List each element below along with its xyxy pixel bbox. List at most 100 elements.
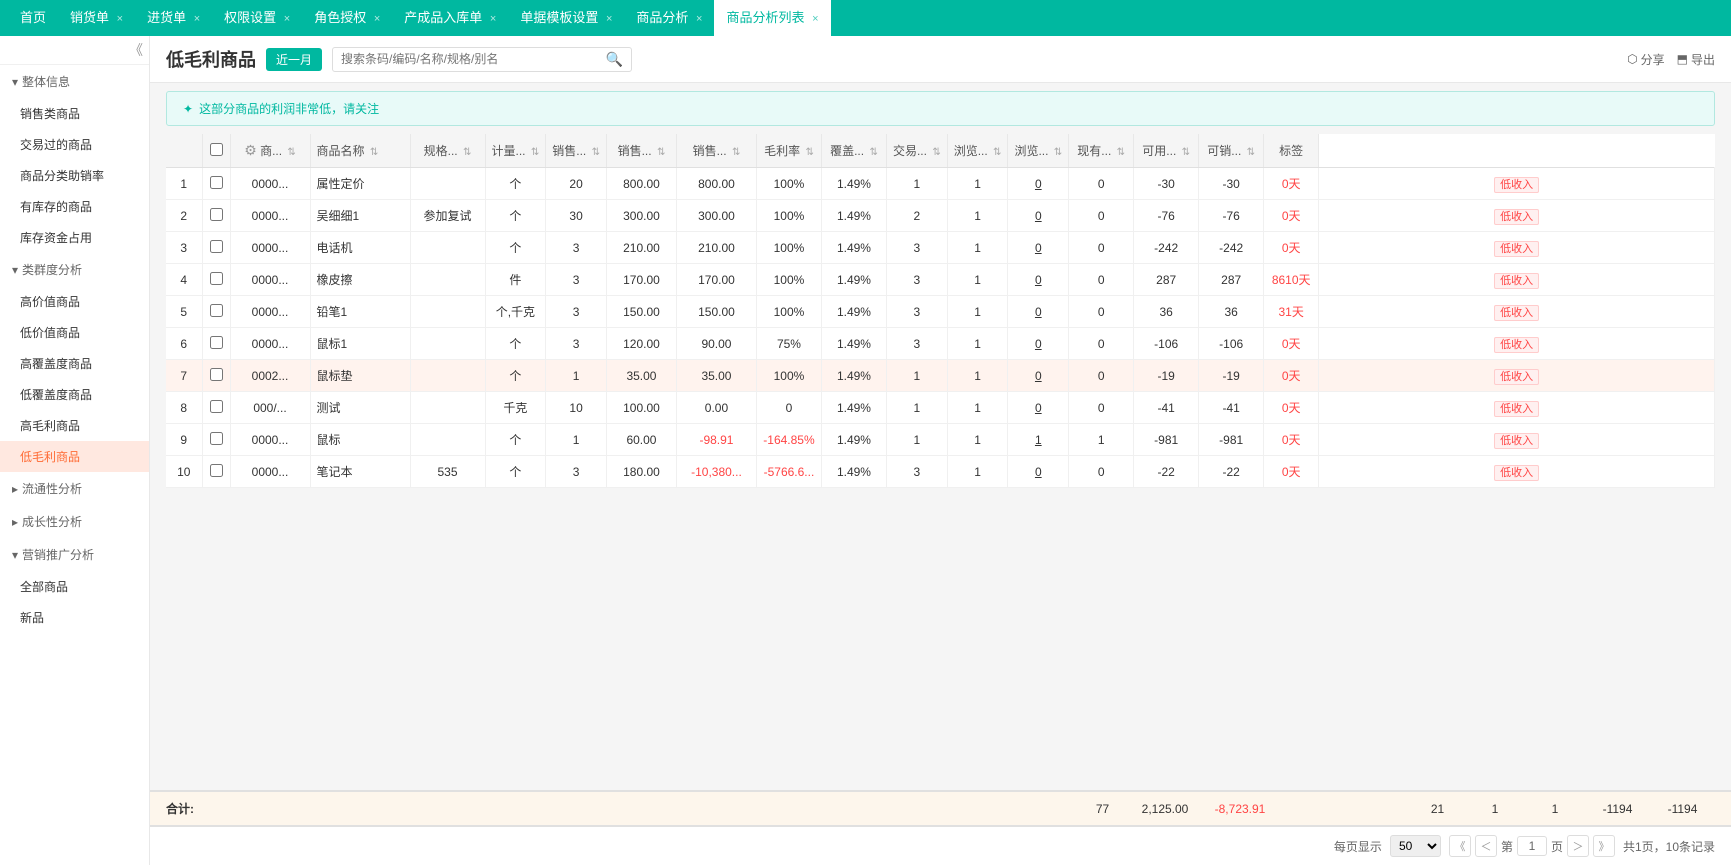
settings-icon[interactable]: ⚙ xyxy=(244,142,257,158)
close-icon[interactable]: × xyxy=(117,13,123,25)
sort-icon[interactable]: ⇅ xyxy=(805,147,813,158)
row-checkbox[interactable] xyxy=(210,208,223,221)
nav-template[interactable]: 单据模板设置 × xyxy=(508,0,624,36)
sidebar-item-high-margin[interactable]: 高毛利商品 xyxy=(0,410,149,441)
row-current: -106 xyxy=(1134,328,1199,360)
row-checkbox[interactable] xyxy=(210,240,223,253)
sort-icon[interactable]: ⇅ xyxy=(592,147,600,158)
export-btn[interactable]: ⬒ 导出 xyxy=(1677,51,1715,68)
last-page-btn[interactable]: 》 xyxy=(1593,835,1615,857)
row-check[interactable] xyxy=(202,424,230,456)
sort-icon[interactable]: ⇅ xyxy=(463,147,471,158)
row-checkbox[interactable] xyxy=(210,272,223,285)
sidebar-section-marketing-label: 营销推广分析 xyxy=(22,546,94,563)
sort-icon[interactable]: ⇅ xyxy=(1117,147,1125,158)
row-check[interactable] xyxy=(202,264,230,296)
sidebar-collapse-btn[interactable]: 《 xyxy=(129,40,143,60)
sidebar-item-category-assist[interactable]: 商品分类助销率 xyxy=(0,160,149,191)
sidebar-item-high-coverage[interactable]: 高覆盖度商品 xyxy=(0,348,149,379)
row-sale-price: 800.00 xyxy=(606,168,676,200)
nav-permission[interactable]: 权限设置 × xyxy=(212,0,302,36)
row-check[interactable] xyxy=(202,232,230,264)
sidebar-section-overall[interactable]: ▾ 整体信息 xyxy=(0,65,149,98)
row-browse2: 0 xyxy=(1069,296,1134,328)
nav-sales[interactable]: 销货单 × xyxy=(58,0,135,36)
nav-purchase[interactable]: 进货单 × xyxy=(135,0,212,36)
sidebar-item-new-goods[interactable]: 新品 xyxy=(0,602,149,633)
sort-icon[interactable]: ⇅ xyxy=(932,147,940,158)
sidebar-item-all-goods[interactable]: 全部商品 xyxy=(0,571,149,602)
sidebar-item-low-value[interactable]: 低价值商品 xyxy=(0,317,149,348)
row-sale-price: 210.00 xyxy=(606,232,676,264)
nav-role[interactable]: 角色授权 × xyxy=(302,0,392,36)
close-icon[interactable]: × xyxy=(490,13,496,25)
sort-icon[interactable]: ⇅ xyxy=(1054,147,1062,158)
row-check[interactable] xyxy=(202,296,230,328)
row-sale-price: 170.00 xyxy=(606,264,676,296)
row-checkbox[interactable] xyxy=(210,304,223,317)
select-all-checkbox[interactable] xyxy=(210,143,223,156)
row-check[interactable] xyxy=(202,328,230,360)
close-icon[interactable]: × xyxy=(606,13,612,25)
sort-icon[interactable]: ⇅ xyxy=(1182,147,1190,158)
sort-icon[interactable]: ⇅ xyxy=(993,147,1001,158)
close-icon[interactable]: × xyxy=(812,13,818,25)
filter-recent-month-btn[interactable]: 近一月 xyxy=(266,48,322,71)
row-current: 36 xyxy=(1134,296,1199,328)
sort-icon[interactable]: ⇅ xyxy=(1247,147,1255,158)
row-check[interactable] xyxy=(202,456,230,488)
row-checkbox[interactable] xyxy=(210,400,223,413)
row-num: 4 xyxy=(166,264,202,296)
nav-home[interactable]: 首页 xyxy=(8,0,58,36)
sidebar-item-sales-goods[interactable]: 销售类商品 xyxy=(0,98,149,129)
per-page-select[interactable]: 50 100 200 xyxy=(1390,835,1441,857)
close-icon[interactable]: × xyxy=(696,13,702,25)
sidebar-item-low-coverage[interactable]: 低覆盖度商品 xyxy=(0,379,149,410)
row-coverage: 1 xyxy=(886,424,947,456)
sidebar-item-high-value[interactable]: 高价值商品 xyxy=(0,286,149,317)
row-checkbox[interactable] xyxy=(210,464,223,477)
row-checkbox[interactable] xyxy=(210,368,223,381)
row-spec: 535 xyxy=(410,456,485,488)
sidebar-item-stock-capital[interactable]: 库存资金占用 xyxy=(0,222,149,253)
sidebar-item-in-stock[interactable]: 有库存的商品 xyxy=(0,191,149,222)
row-browse1: 0 xyxy=(1008,200,1069,232)
sidebar-item-low-margin[interactable]: 低毛利商品 xyxy=(0,441,149,472)
sort-icon[interactable]: ⇅ xyxy=(657,147,665,158)
row-check[interactable] xyxy=(202,360,230,392)
first-page-btn[interactable]: 《 xyxy=(1449,835,1471,857)
nav-product-entry[interactable]: 产成品入库单 × xyxy=(392,0,508,36)
footer-sale-price: 2,125.00 xyxy=(1130,802,1200,816)
row-profit-rate: 100% xyxy=(756,232,821,264)
nav-goods-analysis[interactable]: 商品分析 × xyxy=(624,0,714,36)
row-check[interactable] xyxy=(202,200,230,232)
row-checkbox[interactable] xyxy=(210,176,223,189)
sidebar-section-growth[interactable]: ▸ 成长性分析 xyxy=(0,505,149,538)
th-unit: 计量... ⇅ xyxy=(485,134,546,168)
search-icon[interactable]: 🔍 xyxy=(606,51,623,68)
sort-icon[interactable]: ⇅ xyxy=(732,147,740,158)
sort-icon[interactable]: ⇅ xyxy=(287,147,295,158)
sidebar-section-marketing[interactable]: ▾ 营销推广分析 xyxy=(0,538,149,571)
prev-page-btn[interactable]: ＜ xyxy=(1475,835,1497,857)
footer-browse2: 1 xyxy=(1525,802,1585,816)
close-icon[interactable]: × xyxy=(194,13,200,25)
th-spec: 规格... ⇅ xyxy=(410,134,485,168)
sidebar-item-traded-goods[interactable]: 交易过的商品 xyxy=(0,129,149,160)
row-check[interactable] xyxy=(202,168,230,200)
sidebar-section-circulation[interactable]: ▸ 流通性分析 xyxy=(0,472,149,505)
sidebar-section-cluster[interactable]: ▾ 类群度分析 xyxy=(0,253,149,286)
sort-icon[interactable]: ⇅ xyxy=(869,147,877,158)
row-checkbox[interactable] xyxy=(210,432,223,445)
close-icon[interactable]: × xyxy=(284,13,290,25)
row-avail: -19 xyxy=(1199,360,1264,392)
share-btn[interactable]: ⬡ 分享 xyxy=(1627,51,1665,68)
next-page-btn[interactable]: ＞ xyxy=(1567,835,1589,857)
sort-icon[interactable]: ⇅ xyxy=(531,147,539,158)
nav-goods-analysis-list[interactable]: 商品分析列表 × xyxy=(714,0,830,36)
search-input[interactable] xyxy=(341,52,606,66)
sort-icon[interactable]: ⇅ xyxy=(370,147,378,158)
row-checkbox[interactable] xyxy=(210,336,223,349)
close-icon[interactable]: × xyxy=(374,13,380,25)
row-check[interactable] xyxy=(202,392,230,424)
